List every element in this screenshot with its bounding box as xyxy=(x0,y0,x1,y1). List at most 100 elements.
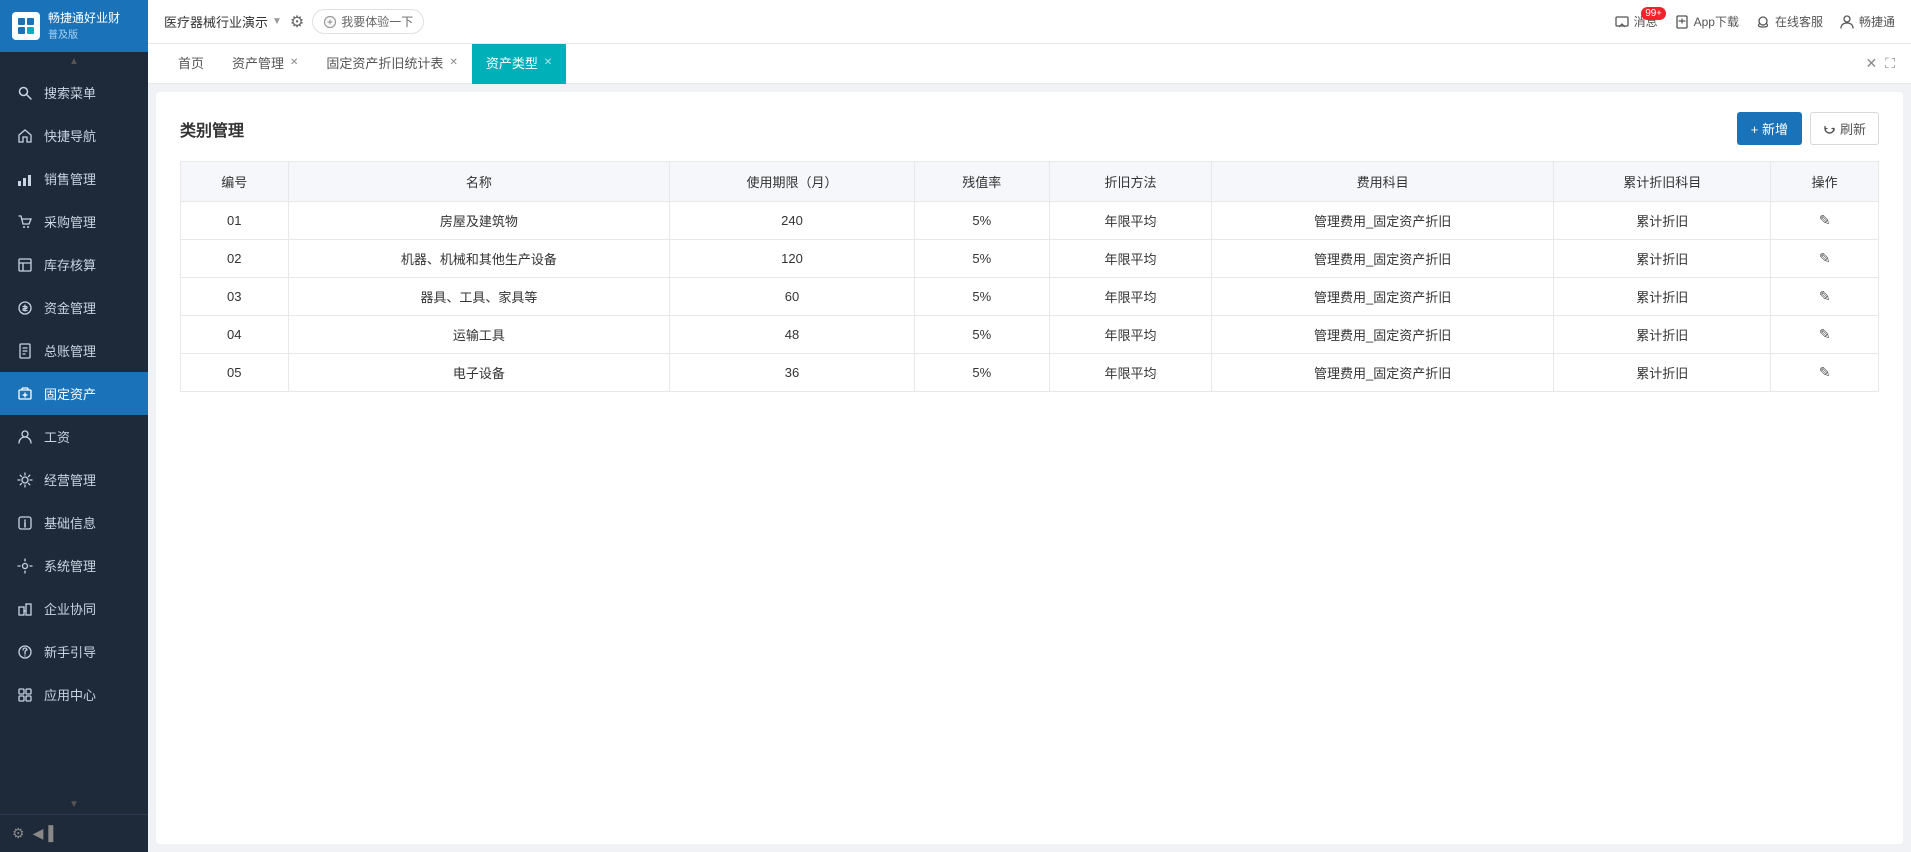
window-maximize-icon[interactable]: ⛶ xyxy=(1885,55,1895,72)
col-residual: 残值率 xyxy=(914,162,1049,202)
messages-button[interactable]: 消息 99+ xyxy=(1614,13,1658,30)
edit-icon-0[interactable]: ✎ xyxy=(1819,212,1831,228)
sidebar-item-inventory[interactable]: 库存核算 xyxy=(0,243,148,286)
cell-months-2: 60 xyxy=(670,278,915,316)
sidebar-label-fixed-assets: 固定资产 xyxy=(44,384,96,403)
ledger-icon xyxy=(16,342,34,360)
page-title: 类别管理 xyxy=(180,117,244,141)
app-edition: 普及版 xyxy=(48,26,120,41)
cell-name-1: 机器、机械和其他生产设备 xyxy=(288,240,670,278)
tab-asset-management-close[interactable]: ✕ xyxy=(290,57,298,68)
window-close-icon[interactable]: ✕ xyxy=(1865,55,1877,72)
tab-asset-management-label: 资产管理 xyxy=(232,53,284,72)
page-header: 类别管理 + 新增 刷新 xyxy=(180,112,1879,145)
sidebar-item-guide[interactable]: 新手引导 xyxy=(0,630,148,673)
edit-icon-1[interactable]: ✎ xyxy=(1819,250,1831,266)
sidebar-item-capital[interactable]: 资金管理 xyxy=(0,286,148,329)
cell-accum-2: 累计折旧 xyxy=(1554,278,1771,316)
cell-id-0: 01 xyxy=(181,202,289,240)
app-name: 畅捷通好业财 xyxy=(48,11,120,27)
topbar-left: 医疗器械行业演示 ▼ ⚙ 我要体验一下 xyxy=(164,9,424,34)
tab-asset-type-label: 资产类型 xyxy=(486,53,538,72)
edit-icon-4[interactable]: ✎ xyxy=(1819,364,1831,380)
user-name-label: 畅捷通 xyxy=(1859,13,1895,30)
tab-asset-type[interactable]: 资产类型 ✕ xyxy=(472,44,566,84)
tab-home-label: 首页 xyxy=(178,53,204,72)
new-button[interactable]: + 新增 xyxy=(1737,112,1802,145)
app-download-button[interactable]: App下载 xyxy=(1674,13,1739,30)
basic-info-icon xyxy=(16,514,34,532)
col-id: 编号 xyxy=(181,162,289,202)
sidebar-label-inventory: 库存核算 xyxy=(44,255,96,274)
user-profile-button[interactable]: 畅捷通 xyxy=(1839,13,1895,30)
sidebar: 畅捷通好业财 普及版 ▲ 搜索菜单 快捷导航 销售管理 xyxy=(0,0,148,852)
main-content: 类别管理 + 新增 刷新 编号 名称 使用期限（月） 残值率 折旧方法 费用科目… xyxy=(156,92,1903,844)
cell-name-3: 运输工具 xyxy=(288,316,670,354)
category-table: 编号 名称 使用期限（月） 残值率 折旧方法 费用科目 累计折旧科目 操作 01… xyxy=(180,161,1879,392)
cell-residual-2: 5% xyxy=(914,278,1049,316)
sidebar-item-fixed-assets[interactable]: 固定资产 xyxy=(0,372,148,415)
sidebar-item-quick-nav[interactable]: 快捷导航 xyxy=(0,114,148,157)
cell-residual-1: 5% xyxy=(914,240,1049,278)
app-download-label: App下载 xyxy=(1694,13,1739,30)
sidebar-label-app-center: 应用中心 xyxy=(44,685,96,704)
app-name-block: 畅捷通好业财 普及版 xyxy=(48,11,120,42)
cell-expense-2: 管理费用_固定资产折旧 xyxy=(1212,278,1554,316)
sidebar-item-payroll[interactable]: 工资 xyxy=(0,415,148,458)
guide-icon xyxy=(16,643,34,661)
tab-depreciation-report[interactable]: 固定资产折旧统计表 ✕ xyxy=(312,44,471,84)
cell-id-3: 04 xyxy=(181,316,289,354)
sidebar-label-capital: 资金管理 xyxy=(44,298,96,317)
cell-expense-3: 管理费用_固定资产折旧 xyxy=(1212,316,1554,354)
sidebar-label-search: 搜索菜单 xyxy=(44,83,96,102)
sidebar-item-purchase[interactable]: 采购管理 xyxy=(0,200,148,243)
col-months: 使用期限（月） xyxy=(670,162,915,202)
topbar-settings-icon[interactable]: ⚙ xyxy=(290,12,304,32)
company-selector[interactable]: 医疗器械行业演示 ▼ xyxy=(164,12,282,31)
sidebar-label-operations: 经营管理 xyxy=(44,470,96,489)
tab-asset-type-close[interactable]: ✕ xyxy=(544,57,552,68)
sidebar-label-purchase: 采购管理 xyxy=(44,212,96,231)
sidebar-item-enterprise[interactable]: 企业协同 xyxy=(0,587,148,630)
cell-action-1[interactable]: ✎ xyxy=(1771,240,1879,278)
cell-method-2: 年限平均 xyxy=(1049,278,1211,316)
sidebar-item-basic-info[interactable]: 基础信息 xyxy=(0,501,148,544)
cell-accum-3: 累计折旧 xyxy=(1554,316,1771,354)
cell-action-0[interactable]: ✎ xyxy=(1771,202,1879,240)
scroll-down-arrow[interactable]: ▼ xyxy=(69,799,79,810)
app-center-icon xyxy=(16,686,34,704)
cell-name-4: 电子设备 xyxy=(288,354,670,392)
sidebar-item-operations[interactable]: 经营管理 xyxy=(0,458,148,501)
collapse-sidebar-icon[interactable]: ◀▐ xyxy=(33,825,54,842)
cell-action-3[interactable]: ✎ xyxy=(1771,316,1879,354)
customer-service-button[interactable]: 在线客服 xyxy=(1755,13,1823,30)
scroll-up-arrow[interactable]: ▲ xyxy=(69,56,79,67)
sidebar-item-app-center[interactable]: 应用中心 xyxy=(0,673,148,716)
cell-name-0: 房屋及建筑物 xyxy=(288,202,670,240)
table-row: 03 器具、工具、家具等 60 5% 年限平均 管理费用_固定资产折旧 累计折旧… xyxy=(181,278,1879,316)
system-icon xyxy=(16,557,34,575)
tab-home[interactable]: 首页 xyxy=(164,44,218,84)
experience-button[interactable]: 我要体验一下 xyxy=(312,9,424,34)
cell-name-2: 器具、工具、家具等 xyxy=(288,278,670,316)
edit-icon-2[interactable]: ✎ xyxy=(1819,288,1831,304)
edit-icon-3[interactable]: ✎ xyxy=(1819,326,1831,342)
refresh-button[interactable]: 刷新 xyxy=(1810,112,1879,145)
sidebar-item-search[interactable]: 搜索菜单 xyxy=(0,71,148,114)
cell-months-3: 48 xyxy=(670,316,915,354)
cell-id-4: 05 xyxy=(181,354,289,392)
tab-depreciation-report-close[interactable]: ✕ xyxy=(449,57,457,68)
cell-action-4[interactable]: ✎ xyxy=(1771,354,1879,392)
cell-months-1: 120 xyxy=(670,240,915,278)
table-row: 02 机器、机械和其他生产设备 120 5% 年限平均 管理费用_固定资产折旧 … xyxy=(181,240,1879,278)
settings-footer-icon[interactable]: ⚙ xyxy=(12,825,25,842)
table-row: 05 电子设备 36 5% 年限平均 管理费用_固定资产折旧 累计折旧 ✎ xyxy=(181,354,1879,392)
sidebar-item-system[interactable]: 系统管理 xyxy=(0,544,148,587)
app-logo: 畅捷通好业财 普及版 xyxy=(0,0,148,52)
sidebar-item-sales[interactable]: 销售管理 xyxy=(0,157,148,200)
topbar-right: 消息 99+ App下载 在线客服 畅捷通 xyxy=(1614,13,1895,30)
tab-asset-management[interactable]: 资产管理 ✕ xyxy=(218,44,312,84)
sidebar-item-ledger[interactable]: 总账管理 xyxy=(0,329,148,372)
sidebar-label-basic-info: 基础信息 xyxy=(44,513,96,532)
cell-action-2[interactable]: ✎ xyxy=(1771,278,1879,316)
